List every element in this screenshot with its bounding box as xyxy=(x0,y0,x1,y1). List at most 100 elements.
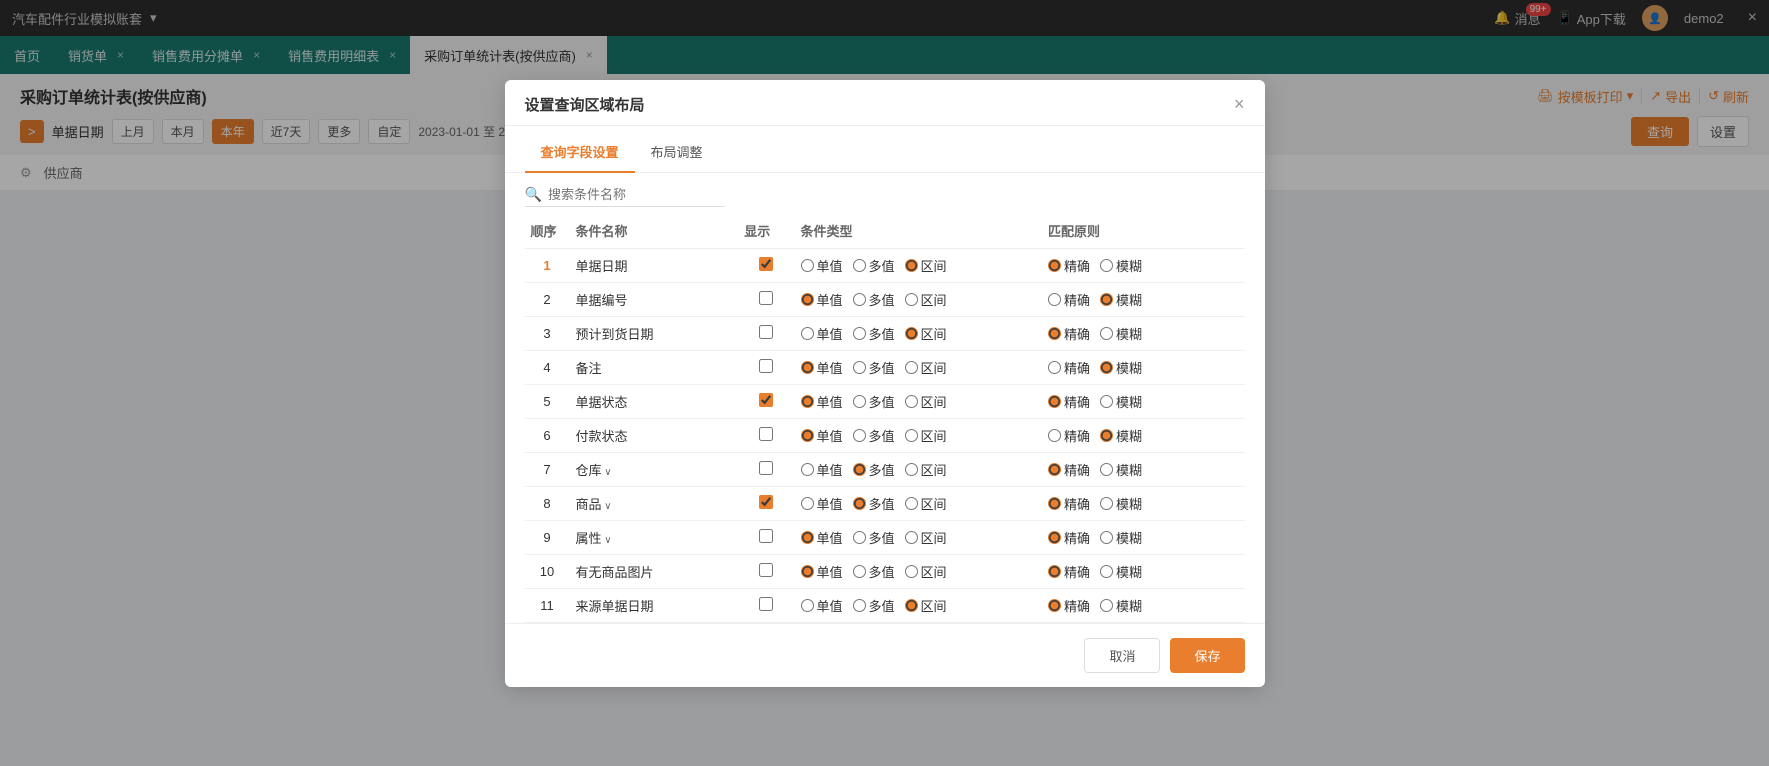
name-dropdown-icon[interactable]: ∨ xyxy=(602,535,612,546)
type-radio[interactable] xyxy=(801,361,814,374)
match-radio-item[interactable]: 模糊 xyxy=(1100,528,1142,547)
type-radio[interactable] xyxy=(801,327,814,340)
match-radio-item[interactable]: 精确 xyxy=(1048,392,1090,411)
type-radio-item[interactable]: 多值 xyxy=(853,358,895,377)
type-radio[interactable] xyxy=(853,497,866,510)
type-radio-item[interactable]: 单值 xyxy=(801,358,843,377)
type-radio[interactable] xyxy=(801,497,814,510)
match-radio[interactable] xyxy=(1100,565,1113,578)
match-radio[interactable] xyxy=(1048,395,1061,408)
type-radio-item[interactable]: 区间 xyxy=(905,290,947,309)
type-radio-item[interactable]: 多值 xyxy=(853,290,895,309)
show-checkbox[interactable] xyxy=(759,257,773,271)
type-radio[interactable] xyxy=(905,293,918,306)
match-radio[interactable] xyxy=(1048,463,1061,476)
match-radio-item[interactable]: 模糊 xyxy=(1100,494,1142,513)
type-radio-item[interactable]: 多值 xyxy=(853,528,895,547)
cancel-button[interactable]: 取消 xyxy=(1084,638,1160,673)
match-radio[interactable] xyxy=(1100,429,1113,442)
match-radio[interactable] xyxy=(1048,293,1061,306)
type-radio[interactable] xyxy=(905,565,918,578)
match-radio-item[interactable]: 模糊 xyxy=(1100,256,1142,275)
type-radio[interactable] xyxy=(801,395,814,408)
type-radio[interactable] xyxy=(801,293,814,306)
show-checkbox-wrapper[interactable] xyxy=(744,393,788,410)
match-radio-item[interactable]: 精确 xyxy=(1048,528,1090,547)
type-radio[interactable] xyxy=(853,361,866,374)
show-checkbox-wrapper[interactable] xyxy=(744,359,788,376)
type-radio[interactable] xyxy=(853,327,866,340)
type-radio[interactable] xyxy=(853,463,866,476)
match-radio-item[interactable]: 精确 xyxy=(1048,562,1090,581)
match-radio-item[interactable]: 模糊 xyxy=(1100,324,1142,343)
tab-layout-adjust[interactable]: 布局调整 xyxy=(635,136,719,173)
type-radio[interactable] xyxy=(905,327,918,340)
type-radio[interactable] xyxy=(905,395,918,408)
match-radio-item[interactable]: 模糊 xyxy=(1100,460,1142,479)
match-radio-item[interactable]: 精确 xyxy=(1048,324,1090,343)
show-checkbox[interactable] xyxy=(759,529,773,543)
type-radio[interactable] xyxy=(905,497,918,510)
show-checkbox[interactable] xyxy=(759,393,773,407)
show-checkbox[interactable] xyxy=(759,563,773,577)
dialog-close-button[interactable]: × xyxy=(1234,94,1245,115)
match-radio-item[interactable]: 精确 xyxy=(1048,290,1090,309)
type-radio-item[interactable]: 区间 xyxy=(905,358,947,377)
show-checkbox-wrapper[interactable] xyxy=(744,427,788,444)
type-radio[interactable] xyxy=(801,599,814,612)
name-dropdown-icon[interactable]: ∨ xyxy=(602,467,612,478)
type-radio-item[interactable]: 多值 xyxy=(853,256,895,275)
type-radio-item[interactable]: 区间 xyxy=(905,562,947,581)
match-radio[interactable] xyxy=(1048,327,1061,340)
match-radio[interactable] xyxy=(1048,565,1061,578)
match-radio[interactable] xyxy=(1100,395,1113,408)
type-radio[interactable] xyxy=(801,259,814,272)
type-radio[interactable] xyxy=(853,429,866,442)
type-radio[interactable] xyxy=(905,361,918,374)
type-radio[interactable] xyxy=(905,429,918,442)
type-radio-item[interactable]: 多值 xyxy=(853,494,895,513)
match-radio[interactable] xyxy=(1100,293,1113,306)
type-radio-item[interactable]: 区间 xyxy=(905,392,947,411)
show-checkbox-wrapper[interactable] xyxy=(744,563,788,580)
tab-query-fields[interactable]: 查询字段设置 xyxy=(525,136,635,173)
show-checkbox[interactable] xyxy=(759,597,773,611)
type-radio-item[interactable]: 多值 xyxy=(853,562,895,581)
show-checkbox-wrapper[interactable] xyxy=(744,257,788,274)
type-radio-item[interactable]: 单值 xyxy=(801,562,843,581)
type-radio-item[interactable]: 区间 xyxy=(905,528,947,547)
type-radio-item[interactable]: 区间 xyxy=(905,596,947,615)
type-radio[interactable] xyxy=(853,565,866,578)
match-radio[interactable] xyxy=(1048,429,1061,442)
show-checkbox-wrapper[interactable] xyxy=(744,597,788,614)
type-radio-item[interactable]: 单值 xyxy=(801,426,843,445)
match-radio-item[interactable]: 精确 xyxy=(1048,358,1090,377)
type-radio[interactable] xyxy=(853,293,866,306)
type-radio-item[interactable]: 单值 xyxy=(801,290,843,309)
type-radio-item[interactable]: 多值 xyxy=(853,324,895,343)
match-radio[interactable] xyxy=(1048,599,1061,612)
show-checkbox-wrapper[interactable] xyxy=(744,325,788,342)
match-radio[interactable] xyxy=(1048,259,1061,272)
show-checkbox[interactable] xyxy=(759,427,773,441)
type-radio-item[interactable]: 单值 xyxy=(801,528,843,547)
type-radio-item[interactable]: 多值 xyxy=(853,460,895,479)
match-radio-item[interactable]: 模糊 xyxy=(1100,290,1142,309)
type-radio-item[interactable]: 区间 xyxy=(905,426,947,445)
type-radio-item[interactable]: 区间 xyxy=(905,324,947,343)
show-checkbox[interactable] xyxy=(759,291,773,305)
type-radio-item[interactable]: 单值 xyxy=(801,494,843,513)
type-radio[interactable] xyxy=(853,259,866,272)
type-radio[interactable] xyxy=(853,531,866,544)
type-radio[interactable] xyxy=(801,463,814,476)
type-radio-item[interactable]: 单值 xyxy=(801,392,843,411)
show-checkbox-wrapper[interactable] xyxy=(744,495,788,512)
type-radio-item[interactable]: 单值 xyxy=(801,256,843,275)
match-radio-item[interactable]: 精确 xyxy=(1048,460,1090,479)
type-radio[interactable] xyxy=(905,531,918,544)
type-radio[interactable] xyxy=(905,463,918,476)
match-radio[interactable] xyxy=(1100,361,1113,374)
show-checkbox-wrapper[interactable] xyxy=(744,529,788,546)
type-radio-item[interactable]: 单值 xyxy=(801,324,843,343)
type-radio[interactable] xyxy=(801,565,814,578)
